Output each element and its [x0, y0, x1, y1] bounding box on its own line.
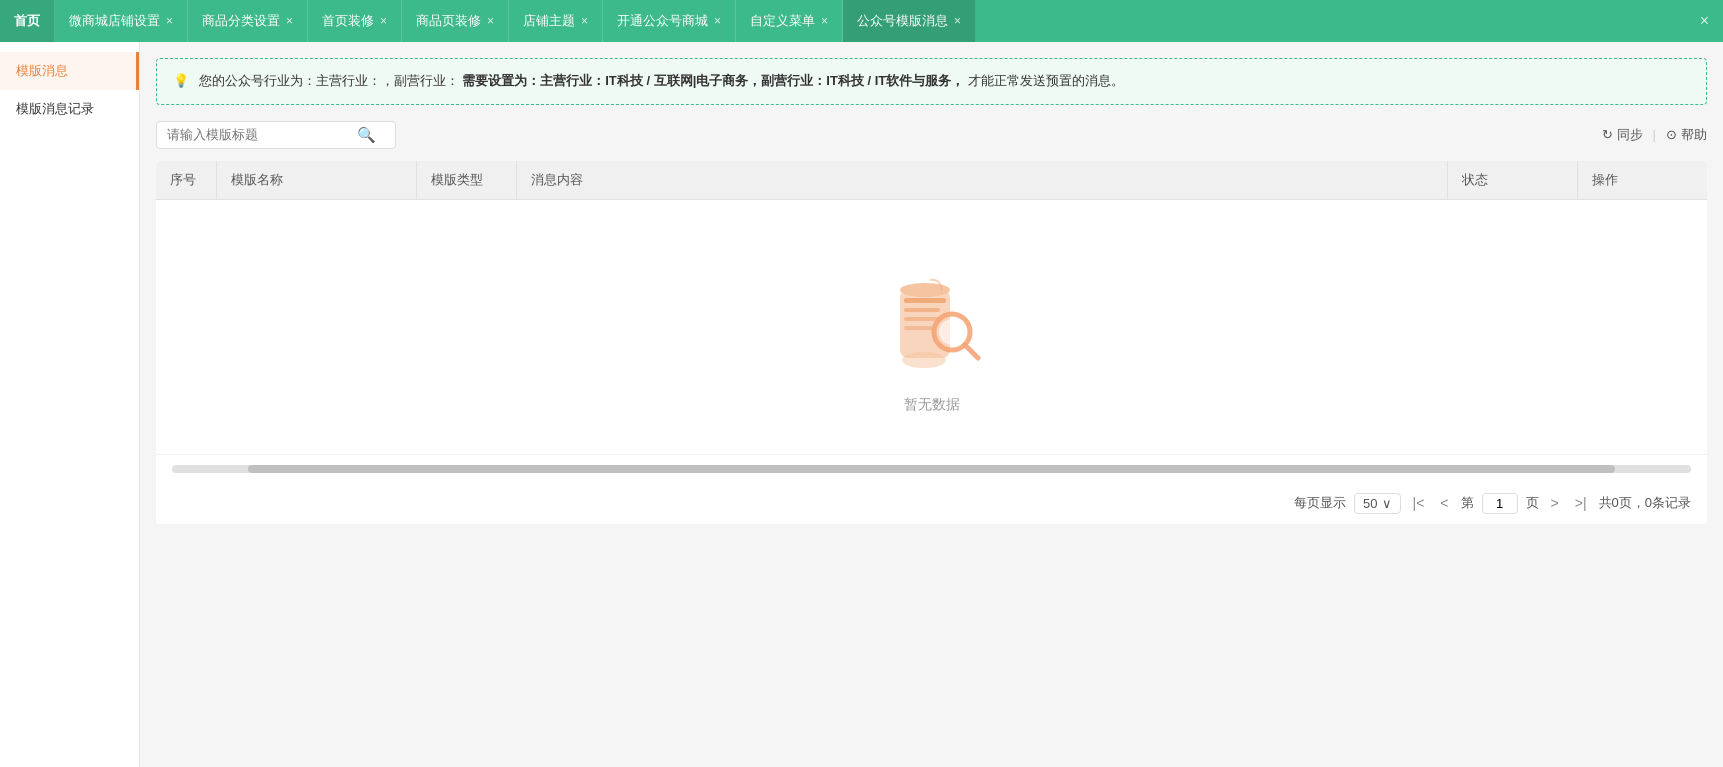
- empty-state-row: 暂无数据: [156, 199, 1707, 454]
- nav-tab-home-decor[interactable]: 首页装修 ×: [308, 0, 402, 42]
- empty-state: 暂无数据: [156, 200, 1707, 454]
- nav-tab-store-settings-close[interactable]: ×: [166, 14, 173, 28]
- empty-illustration: [872, 260, 992, 380]
- search-input-wrap[interactable]: 🔍: [156, 121, 396, 149]
- col-status: 状态: [1447, 161, 1577, 200]
- page-unit: 页: [1526, 494, 1539, 512]
- per-page-value: 50: [1363, 496, 1377, 511]
- scrollbar-thumb: [248, 465, 1615, 473]
- first-page-button[interactable]: |<: [1409, 493, 1429, 513]
- nav-tab-category-label: 商品分类设置: [202, 12, 280, 30]
- nav-tab-custom-menu-close[interactable]: ×: [821, 14, 828, 28]
- col-type: 模版类型: [416, 161, 516, 200]
- notice-prefix: 您的公众号行业为：主营行业：，副营行业：: [199, 73, 459, 88]
- sync-button[interactable]: ↻ 同步: [1602, 126, 1643, 144]
- col-name: 模版名称: [216, 161, 416, 200]
- nav-tab-product-decor-close[interactable]: ×: [487, 14, 494, 28]
- nav-tab-product-decor-label: 商品页装修: [416, 12, 481, 30]
- top-nav: 首页 微商城店铺设置 × 商品分类设置 × 首页装修 × 商品页装修 × 店铺主…: [0, 0, 1723, 42]
- nav-tab-open-mall-label: 开通公众号商城: [617, 12, 708, 30]
- toolbar-divider: |: [1653, 127, 1656, 142]
- per-page-label: 每页显示: [1294, 494, 1346, 512]
- nav-tab-home[interactable]: 首页: [0, 0, 55, 42]
- nav-tab-theme-close[interactable]: ×: [581, 14, 588, 28]
- sidebar: 模版消息 模版消息记录: [0, 42, 140, 767]
- notice-banner: 💡 您的公众号行业为：主营行业：，副营行业： 需要设置为：主营行业：IT科技 /…: [156, 58, 1707, 105]
- col-actions: 操作: [1577, 161, 1707, 200]
- help-button[interactable]: ⊙ 帮助: [1666, 126, 1707, 144]
- toolbar-right: ↻ 同步 | ⊙ 帮助: [1602, 126, 1707, 144]
- sidebar-item-template-msg-label: 模版消息: [16, 63, 68, 78]
- per-page-select[interactable]: 50 ∨: [1354, 493, 1400, 514]
- search-input[interactable]: [167, 127, 357, 142]
- per-page-dropdown-icon: ∨: [1382, 496, 1392, 511]
- nav-tab-custom-menu[interactable]: 自定义菜单 ×: [736, 0, 843, 42]
- svg-rect-2: [904, 298, 946, 303]
- sidebar-item-template-msg-record[interactable]: 模版消息记录: [0, 90, 139, 128]
- scrollbar-area: [156, 454, 1707, 483]
- nav-tab-template-msg-close[interactable]: ×: [954, 14, 961, 28]
- data-table: 序号 模版名称 模版类型 消息内容 状态 操作: [156, 161, 1707, 454]
- nav-tab-store-settings-label: 微商城店铺设置: [69, 12, 160, 30]
- nav-tab-theme[interactable]: 店铺主题 ×: [509, 0, 603, 42]
- notice-highlight: 需要设置为：主营行业：IT科技 / 互联网|电子商务，副营行业：IT科技 / I…: [462, 73, 964, 88]
- page-input[interactable]: [1482, 493, 1518, 514]
- table-header-row: 序号 模版名称 模版类型 消息内容 状态 操作: [156, 161, 1707, 200]
- bulb-icon: 💡: [173, 73, 189, 88]
- sidebar-item-template-msg[interactable]: 模版消息: [0, 52, 139, 90]
- help-icon: ⊙: [1666, 127, 1677, 142]
- main-layout: 模版消息 模版消息记录 💡 您的公众号行业为：主营行业：，副营行业： 需要设置为…: [0, 42, 1723, 767]
- nav-tab-home-decor-label: 首页装修: [322, 12, 374, 30]
- nav-tab-category[interactable]: 商品分类设置 ×: [188, 0, 308, 42]
- nav-tab-custom-menu-label: 自定义菜单: [750, 12, 815, 30]
- notice-suffix: 才能正常发送预置的消息。: [968, 73, 1124, 88]
- nav-tab-home-decor-close[interactable]: ×: [380, 14, 387, 28]
- next-page-button[interactable]: >: [1547, 493, 1563, 513]
- empty-text: 暂无数据: [904, 396, 960, 414]
- nav-tab-home-label: 首页: [14, 12, 40, 30]
- nav-tab-category-close[interactable]: ×: [286, 14, 293, 28]
- nav-tab-store-settings[interactable]: 微商城店铺设置 ×: [55, 0, 188, 42]
- help-label: 帮助: [1681, 126, 1707, 144]
- svg-point-8: [939, 319, 965, 345]
- search-icon[interactable]: 🔍: [357, 126, 376, 144]
- nav-tab-template-msg-label: 公众号模版消息: [857, 12, 948, 30]
- table-container: 序号 模版名称 模版类型 消息内容 状态 操作: [156, 161, 1707, 524]
- total-info: 共0页，0条记录: [1599, 494, 1691, 512]
- close-all-button[interactable]: ×: [1686, 12, 1723, 30]
- search-bar: 🔍 ↻ 同步 | ⊙ 帮助: [156, 121, 1707, 149]
- nav-tab-open-mall[interactable]: 开通公众号商城 ×: [603, 0, 736, 42]
- page-label: 第: [1461, 494, 1474, 512]
- svg-point-6: [900, 283, 950, 297]
- last-page-button[interactable]: >|: [1571, 493, 1591, 513]
- nav-tab-theme-label: 店铺主题: [523, 12, 575, 30]
- nav-tab-product-decor[interactable]: 商品页装修 ×: [402, 0, 509, 42]
- svg-rect-5: [904, 326, 934, 330]
- content-area: 💡 您的公众号行业为：主营行业：，副营行业： 需要设置为：主营行业：IT科技 /…: [140, 42, 1723, 767]
- col-index: 序号: [156, 161, 216, 200]
- nav-tab-open-mall-close[interactable]: ×: [714, 14, 721, 28]
- prev-page-button[interactable]: <: [1436, 493, 1452, 513]
- svg-rect-3: [904, 308, 940, 312]
- horizontal-scrollbar[interactable]: [172, 465, 1691, 473]
- sync-icon: ↻: [1602, 127, 1613, 142]
- pagination: 每页显示 50 ∨ |< < 第 页 > >| 共0页，0条记录: [156, 483, 1707, 524]
- nav-tab-template-msg[interactable]: 公众号模版消息 ×: [843, 0, 976, 42]
- svg-line-9: [965, 345, 978, 358]
- sync-label: 同步: [1617, 126, 1643, 144]
- col-content: 消息内容: [516, 161, 1447, 200]
- sidebar-item-template-msg-record-label: 模版消息记录: [16, 101, 94, 116]
